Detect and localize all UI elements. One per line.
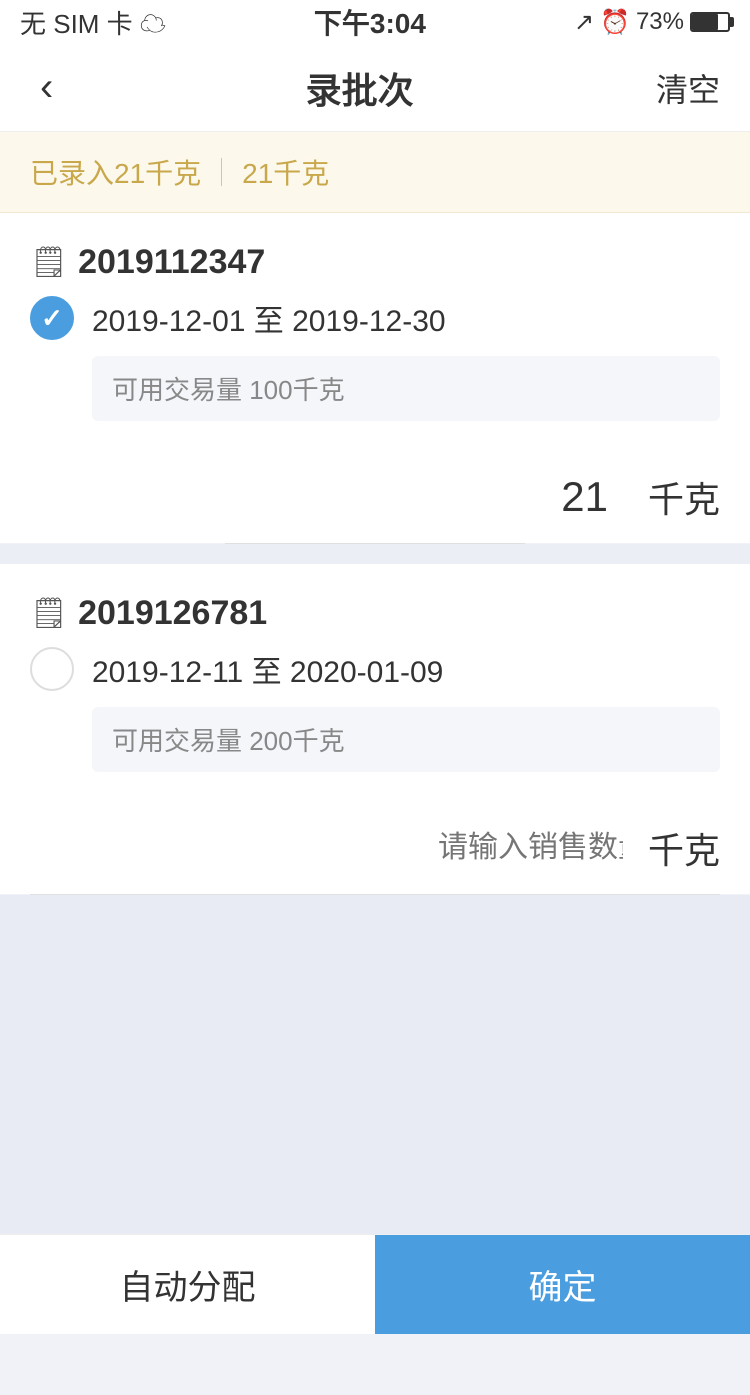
batch2-id: 2019126781 bbox=[78, 594, 267, 633]
batch2-available: 可用交易量 200千克 bbox=[92, 707, 720, 772]
alarm-icon: ⏰ bbox=[600, 8, 630, 37]
card-separator bbox=[0, 544, 750, 564]
batch1-available: 可用交易量 100千克 bbox=[92, 356, 720, 421]
sales-quantity-input[interactable] bbox=[438, 831, 638, 865]
status-time: 下午3:04 bbox=[314, 2, 426, 42]
batch1-header: 🗒 2019112347 bbox=[30, 243, 720, 282]
status-bar: 无 SIM 卡 ☁ 下午3:04 ↗ ⏰ 73% bbox=[0, 0, 750, 44]
batch2-header: 🗒 2019126781 bbox=[30, 594, 720, 633]
clear-button[interactable]: 清空 bbox=[656, 65, 720, 111]
auto-distribute-button[interactable]: 自动分配 bbox=[0, 1235, 375, 1334]
bottom-bar: 自动分配 确定 bbox=[0, 1234, 750, 1334]
batch2-unit: 千克 bbox=[648, 822, 720, 874]
page-title: 录批次 bbox=[306, 62, 414, 114]
summary-banner: 已录入21千克 21千克 bbox=[0, 132, 750, 213]
summary-divider bbox=[221, 158, 222, 186]
batch1-row[interactable]: 2019-12-01 至 2019-12-30 bbox=[30, 296, 720, 340]
status-left: 无 SIM 卡 ☁ bbox=[20, 4, 166, 41]
batch1-date: 2019-12-01 至 2019-12-30 bbox=[92, 296, 446, 340]
batch1-radio[interactable] bbox=[30, 296, 74, 340]
batch1-quantity-row: 21 千克 bbox=[0, 451, 750, 543]
battery-percent: 73% bbox=[636, 8, 684, 36]
confirm-button[interactable]: 确定 bbox=[375, 1235, 750, 1334]
batch2-date: 2019-12-11 至 2020-01-09 bbox=[92, 647, 443, 691]
batch1-id: 2019112347 bbox=[78, 243, 265, 282]
batch1-card: 🗒 2019112347 2019-12-01 至 2019-12-30 可用交… bbox=[0, 213, 750, 451]
location-icon: ↗ bbox=[574, 8, 594, 37]
sim-status: 无 SIM 卡 ☁ bbox=[20, 4, 166, 41]
summary-recorded: 已录入21千克 bbox=[30, 152, 201, 192]
status-right: ↗ ⏰ 73% bbox=[574, 8, 730, 37]
batch2-icon: 🗒 bbox=[30, 596, 68, 631]
batch1-icon: 🗒 bbox=[30, 245, 68, 280]
battery-icon bbox=[690, 12, 730, 32]
batch2-input-row[interactable]: 千克 bbox=[0, 802, 750, 894]
main-content: 已录入21千克 21千克 🗒 2019112347 2019-12-01 至 2… bbox=[0, 132, 750, 1395]
batch1-quantity-unit: 千克 bbox=[648, 471, 720, 523]
batch2-card: 🗒 2019126781 2019-12-11 至 2020-01-09 可用交… bbox=[0, 564, 750, 802]
batch1-quantity-value: 21 bbox=[561, 473, 608, 521]
batch2-row[interactable]: 2019-12-11 至 2020-01-09 bbox=[30, 647, 720, 691]
batch2-radio[interactable] bbox=[30, 647, 74, 691]
summary-value: 21千克 bbox=[242, 152, 329, 192]
nav-bar: ‹ 录批次 清空 bbox=[0, 44, 750, 132]
back-button[interactable]: ‹ bbox=[30, 55, 63, 120]
